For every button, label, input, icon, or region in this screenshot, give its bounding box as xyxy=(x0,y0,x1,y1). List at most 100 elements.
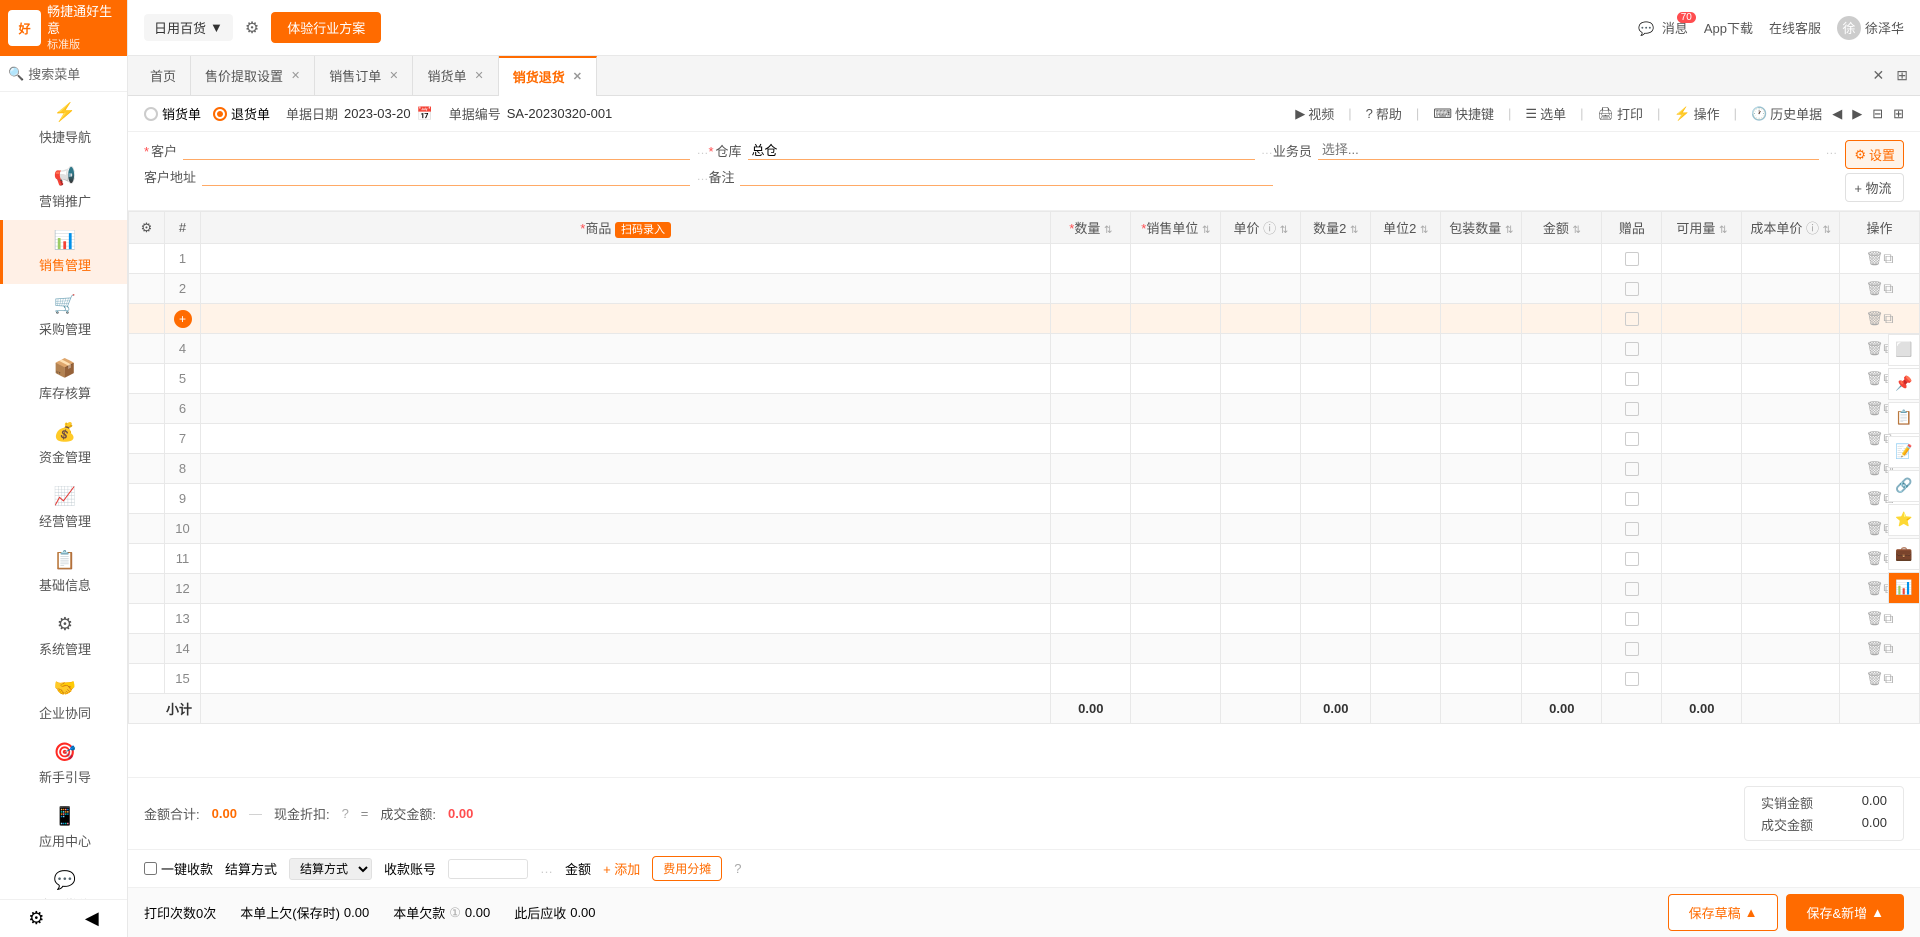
gift-checkbox[interactable] xyxy=(1625,582,1639,596)
barcode-btn[interactable]: 扫码录入 xyxy=(615,222,671,238)
staff-input[interactable] xyxy=(1318,140,1819,160)
search-menu[interactable]: 🔍 搜索菜单 xyxy=(0,56,127,92)
gift-checkbox[interactable] xyxy=(1625,642,1639,656)
unit-cell[interactable] xyxy=(1131,574,1221,604)
gift-checkbox[interactable] xyxy=(1625,372,1639,386)
unit-cell[interactable] xyxy=(1131,364,1221,394)
unit2-cell[interactable] xyxy=(1371,304,1441,334)
unit2-cell[interactable] xyxy=(1371,544,1441,574)
product-cell[interactable] xyxy=(201,574,1051,604)
expense-split-btn[interactable]: 费用分摊 xyxy=(652,856,722,881)
float-btn-7[interactable]: 💼 xyxy=(1888,538,1920,570)
qty-cell[interactable] xyxy=(1051,244,1131,274)
product-cell[interactable] xyxy=(201,634,1051,664)
collapse-icon[interactable]: ◀ xyxy=(85,908,99,929)
float-btn-4[interactable]: 📝 xyxy=(1888,436,1920,468)
product-cell[interactable] xyxy=(201,334,1051,364)
delete-row-btn[interactable]: 🗑 xyxy=(1866,310,1884,327)
qty-cell[interactable] xyxy=(1051,304,1131,334)
sidebar-item-shortcut[interactable]: ⚡ 快捷导航 xyxy=(0,92,127,156)
sidebar-item-operations[interactable]: 📈 经营管理 xyxy=(0,476,127,540)
pack-qty-cell[interactable] xyxy=(1441,424,1522,454)
gift-checkbox[interactable] xyxy=(1625,342,1639,356)
sidebar-item-apps[interactable]: 📱 应用中心 xyxy=(0,796,127,860)
amount-cell[interactable] xyxy=(1522,604,1602,634)
tab-sales-order[interactable]: 销售订单 ✕ xyxy=(315,56,413,96)
qty-cell[interactable] xyxy=(1051,634,1131,664)
pack-qty-cell[interactable] xyxy=(1441,364,1522,394)
customer-more-btn[interactable]: … xyxy=(696,143,708,157)
message-badge[interactable]: 💬 70 消息 xyxy=(1638,18,1688,37)
price-cell[interactable] xyxy=(1221,274,1301,304)
tab-more[interactable]: ⊞ xyxy=(1892,63,1912,88)
toolbar-grid1[interactable]: ⊟ xyxy=(1872,106,1883,122)
price-cell[interactable] xyxy=(1221,244,1301,274)
delete-row-btn[interactable]: 🗑 xyxy=(1866,520,1884,537)
pack-qty-cell[interactable] xyxy=(1441,574,1522,604)
tab-price-settings[interactable]: 售价提取设置 ✕ xyxy=(191,56,315,96)
amount-cell[interactable] xyxy=(1522,544,1602,574)
price-cell[interactable] xyxy=(1221,634,1301,664)
staff-more-btn[interactable]: … xyxy=(1825,143,1837,157)
gift-cell[interactable] xyxy=(1602,424,1662,454)
delete-row-btn[interactable]: 🗑 xyxy=(1866,490,1884,507)
qty-cell[interactable] xyxy=(1051,274,1131,304)
save-draft-button[interactable]: 保存草稿 ▲ xyxy=(1668,894,1779,931)
product-cell[interactable] xyxy=(201,454,1051,484)
add-payment-btn[interactable]: + 添加 xyxy=(603,859,640,878)
address-input[interactable] xyxy=(202,166,690,186)
topbar-gear-icon[interactable]: ⚙ xyxy=(245,18,259,38)
qty-cell[interactable] xyxy=(1051,604,1131,634)
qty-cell[interactable] xyxy=(1051,544,1131,574)
unit-cell[interactable] xyxy=(1131,394,1221,424)
product-input[interactable] xyxy=(209,312,1042,326)
amount-cell[interactable] xyxy=(1522,304,1602,334)
th-gear[interactable]: ⚙ xyxy=(129,212,165,244)
user-info[interactable]: 徐 徐泽华 xyxy=(1837,16,1904,40)
pack-qty-cell[interactable] xyxy=(1441,544,1522,574)
sidebar-item-finance[interactable]: 💰 资金管理 xyxy=(0,412,127,476)
amount-cell[interactable] xyxy=(1522,664,1602,694)
toolbar-help[interactable]: ? 帮助 xyxy=(1366,104,1402,123)
toolbar-grid2[interactable]: ⊞ xyxy=(1893,106,1904,122)
amount-cell[interactable] xyxy=(1522,574,1602,604)
qty2-cell[interactable] xyxy=(1301,244,1371,274)
unit-cell[interactable] xyxy=(1131,244,1221,274)
product-cell[interactable] xyxy=(201,274,1051,304)
qty-cell[interactable] xyxy=(1051,334,1131,364)
toolbar-next[interactable]: ▶ xyxy=(1852,106,1862,122)
pack-qty-cell[interactable] xyxy=(1441,514,1522,544)
gift-cell[interactable] xyxy=(1602,244,1662,274)
qty-cell[interactable] xyxy=(1051,454,1131,484)
product-cell[interactable] xyxy=(201,544,1051,574)
warehouse-input[interactable] xyxy=(748,140,1255,160)
float-btn-2[interactable]: 📌 xyxy=(1888,368,1920,400)
price-cell[interactable] xyxy=(1221,424,1301,454)
sidebar-item-inventory[interactable]: 📦 库存核算 xyxy=(0,348,127,412)
unit2-cell[interactable] xyxy=(1371,394,1441,424)
unit2-cell[interactable] xyxy=(1371,664,1441,694)
product-cell[interactable] xyxy=(201,514,1051,544)
unit2-cell[interactable] xyxy=(1371,274,1441,304)
unit-cell[interactable] xyxy=(1131,664,1221,694)
unit2-cell[interactable] xyxy=(1371,364,1441,394)
unit2-cell[interactable] xyxy=(1371,634,1441,664)
gift-checkbox[interactable] xyxy=(1625,252,1639,266)
price-cell[interactable] xyxy=(1221,394,1301,424)
qty2-cell[interactable] xyxy=(1301,634,1371,664)
product-cell[interactable] xyxy=(201,484,1051,514)
price-cell[interactable] xyxy=(1221,484,1301,514)
unit-cell[interactable] xyxy=(1131,514,1221,544)
float-btn-5[interactable]: 🔗 xyxy=(1888,470,1920,502)
qty-cell[interactable] xyxy=(1051,664,1131,694)
tab-close-sales-delivery[interactable]: ✕ xyxy=(475,69,484,82)
copy-row-btn[interactable]: ⧉ xyxy=(1883,280,1893,297)
pack-qty-cell[interactable] xyxy=(1441,394,1522,424)
gift-cell[interactable] xyxy=(1602,604,1662,634)
toolbar-operate[interactable]: ⚡ 操作 xyxy=(1674,104,1719,123)
gift-checkbox[interactable] xyxy=(1625,402,1639,416)
sidebar-item-marketing[interactable]: 📢 营销推广 xyxy=(0,156,127,220)
product-cell[interactable] xyxy=(201,604,1051,634)
gift-checkbox[interactable] xyxy=(1625,462,1639,476)
setting-btn[interactable]: ⚙ 设置 xyxy=(1845,140,1904,169)
